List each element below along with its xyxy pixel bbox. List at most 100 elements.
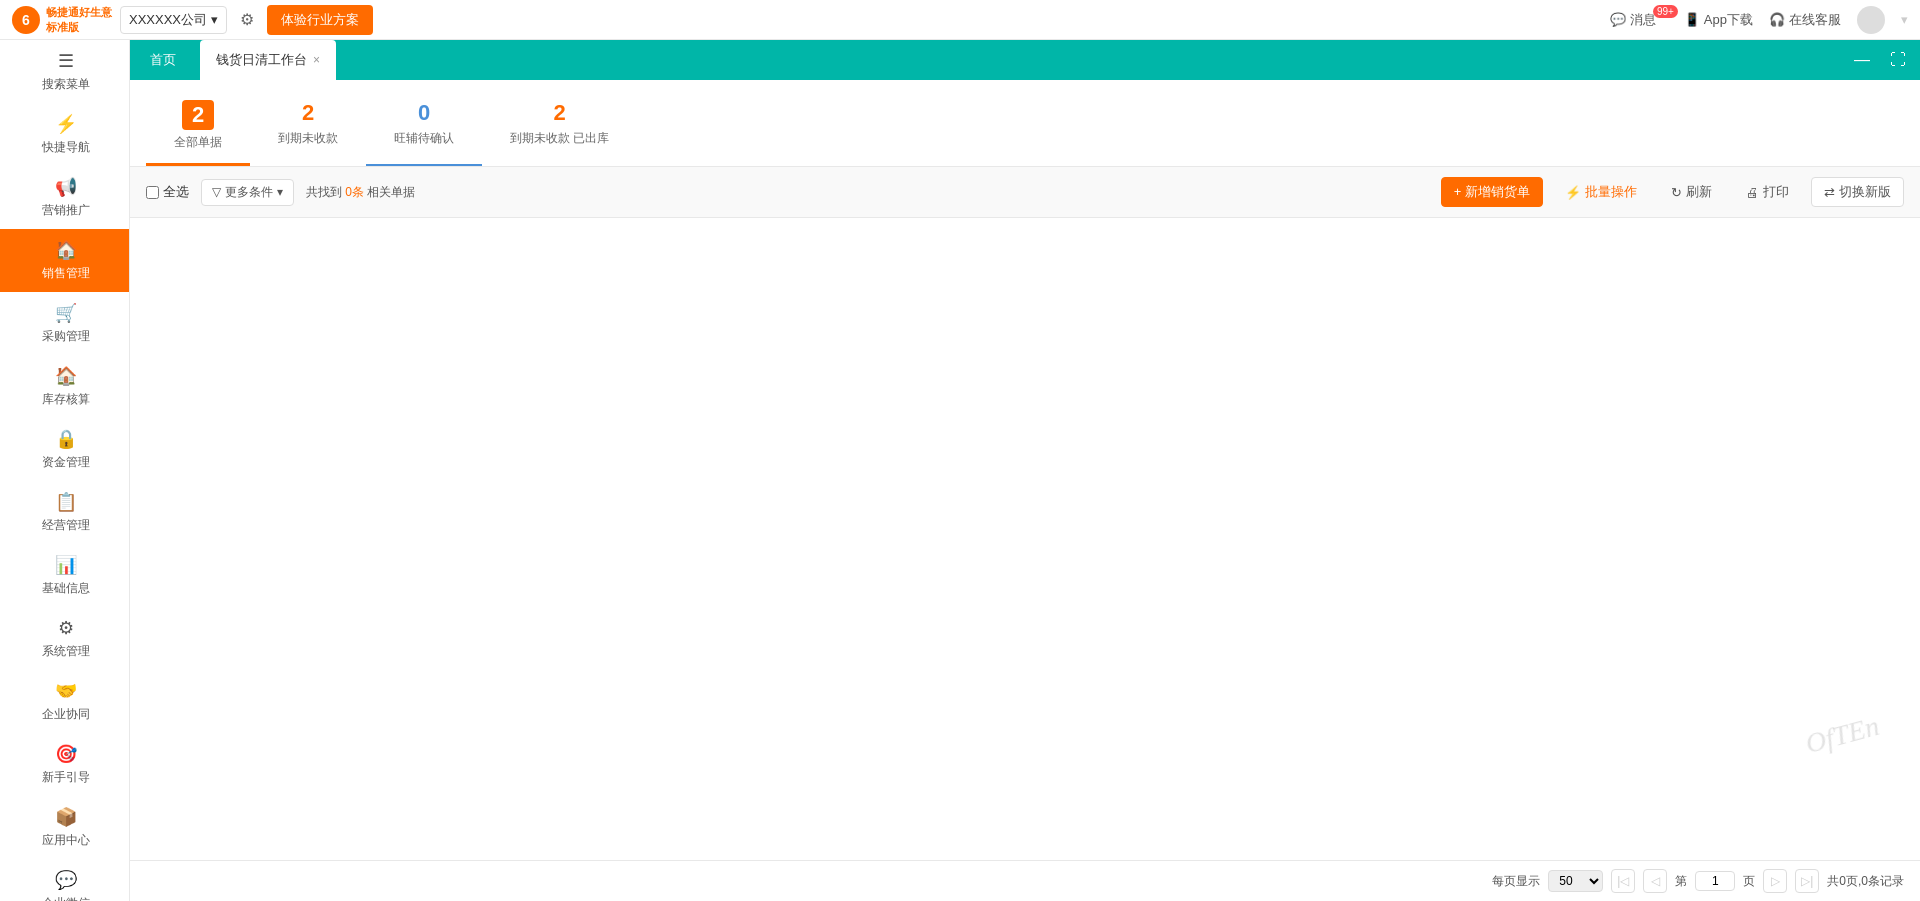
message-badge: 99+ bbox=[1653, 5, 1678, 18]
quick-nav-icon: ⚡ bbox=[55, 113, 77, 135]
tab-home[interactable]: 首页 bbox=[130, 40, 196, 80]
tab-minimize-btn[interactable]: — bbox=[1848, 46, 1876, 74]
trial-button[interactable]: 体验行业方案 bbox=[267, 5, 373, 35]
wechat-icon: 💬 bbox=[55, 869, 77, 891]
operation-icon: 📋 bbox=[55, 491, 77, 513]
stat-tab-overdue[interactable]: 2 到期未收款 bbox=[250, 92, 366, 166]
toolbar: 全选 ▽ 更多条件 ▾ 共找到 0条 相关单据 + 新增销货单 ⚡ 批量操作 ↻ bbox=[130, 167, 1920, 218]
purchase-icon: 🛒 bbox=[55, 302, 77, 324]
main-content: 首页 钱货日清工作台 × — ⛶ 2 全部单据 2 到期未收款 0 旺辅待确认 bbox=[130, 40, 1920, 901]
print-label: 打印 bbox=[1763, 183, 1789, 201]
settings-icon[interactable]: ⚙ bbox=[235, 8, 259, 32]
sidebar-item-app-center[interactable]: 📦 应用中心 bbox=[0, 796, 129, 859]
page-first-btn[interactable]: |◁ bbox=[1611, 869, 1635, 893]
sidebar-item-basic-info[interactable]: 📊 基础信息 bbox=[0, 544, 129, 607]
table-area bbox=[130, 218, 1920, 860]
app-center-icon: 📦 bbox=[55, 806, 77, 828]
basic-info-icon: 📊 bbox=[55, 554, 77, 576]
sidebar-label-quick-nav: 快捷导航 bbox=[42, 139, 90, 156]
finance-icon: 🔒 bbox=[55, 428, 77, 450]
add-sales-order-btn[interactable]: + 新增销货单 bbox=[1441, 177, 1543, 207]
online-service-item[interactable]: 🎧 在线客服 bbox=[1769, 11, 1841, 29]
logo-text: 畅捷通好生意 标准版 bbox=[46, 5, 112, 34]
filter-icon: ▽ bbox=[212, 185, 221, 199]
batch-label: 批量操作 bbox=[1585, 183, 1637, 201]
stat-tab-wangwang[interactable]: 0 旺辅待确认 bbox=[366, 92, 482, 166]
marketing-icon: 📢 bbox=[55, 176, 77, 198]
batch-operation-btn[interactable]: ⚡ 批量操作 bbox=[1553, 178, 1649, 206]
tab-close-btn[interactable]: × bbox=[313, 53, 320, 67]
logo-icon: 6 bbox=[12, 6, 40, 34]
app-download-label: App下载 bbox=[1704, 11, 1753, 29]
stat-tab-all[interactable]: 2 全部单据 bbox=[146, 92, 250, 166]
refresh-btn[interactable]: ↻ 刷新 bbox=[1659, 178, 1724, 206]
sidebar-item-operation[interactable]: 📋 经营管理 bbox=[0, 481, 129, 544]
refresh-icon: ↻ bbox=[1671, 185, 1682, 200]
sidebar-item-guide[interactable]: 🎯 新手引导 bbox=[0, 733, 129, 796]
sidebar-label-wechat: 企业微信 bbox=[42, 895, 90, 901]
sidebar-item-inventory[interactable]: 🏠 库存核算 bbox=[0, 355, 129, 418]
select-all-checkbox[interactable]: 全选 bbox=[146, 183, 189, 201]
message-item[interactable]: 💬 消息 99+ bbox=[1610, 11, 1668, 29]
sidebar-item-enterprise[interactable]: 🤝 企业协同 bbox=[0, 670, 129, 733]
sidebar-item-sales[interactable]: 🏠 销售管理 bbox=[0, 229, 129, 292]
sidebar-item-wechat[interactable]: 💬 企业微信 bbox=[0, 859, 129, 901]
inventory-icon: 🏠 bbox=[55, 365, 77, 387]
sidebar-item-quick-nav[interactable]: ⚡ 快捷导航 bbox=[0, 103, 129, 166]
layout: ☰ 搜索菜单 ⚡ 快捷导航 📢 营销推广 🏠 销售管理 🛒 采购管理 🏠 库存核… bbox=[0, 40, 1920, 901]
switch-version-btn[interactable]: ⇄ 切换新版 bbox=[1811, 177, 1904, 207]
page-last-btn[interactable]: ▷| bbox=[1795, 869, 1819, 893]
sidebar-label-finance: 资金管理 bbox=[42, 454, 90, 471]
per-page-select[interactable]: 50 10 20 100 bbox=[1548, 870, 1603, 892]
sidebar-item-system[interactable]: ⚙ 系统管理 bbox=[0, 607, 129, 670]
stat-number-overdue-shipped: 2 bbox=[554, 100, 566, 126]
sidebar-label-app-center: 应用中心 bbox=[42, 832, 90, 849]
stat-label-overdue: 到期未收款 bbox=[278, 130, 338, 147]
sidebar-item-finance[interactable]: 🔒 资金管理 bbox=[0, 418, 129, 481]
toolbar-right: + 新增销货单 ⚡ 批量操作 ↻ 刷新 🖨 打印 ⇄ 切换新版 bbox=[1441, 177, 1904, 207]
stat-label-wangwang: 旺辅待确认 bbox=[394, 130, 454, 147]
tab-bar-actions: — ⛶ bbox=[1848, 46, 1920, 74]
print-btn[interactable]: 🖨 打印 bbox=[1734, 178, 1801, 206]
phone-icon: 📱 bbox=[1684, 12, 1700, 27]
tab-maximize-btn[interactable]: ⛶ bbox=[1884, 46, 1912, 74]
stat-number-wangwang: 0 bbox=[418, 100, 430, 126]
sidebar-label-system: 系统管理 bbox=[42, 643, 90, 660]
top-bar-left: 6 畅捷通好生意 标准版 XXXXXX公司 ▾ ⚙ 体验行业方案 bbox=[12, 5, 373, 35]
avatar[interactable] bbox=[1857, 6, 1885, 34]
found-text: 共找到 0条 相关单据 bbox=[306, 184, 415, 201]
found-count: 0条 bbox=[345, 185, 364, 199]
company-name: XXXXXX公司 bbox=[129, 11, 207, 29]
sidebar-label-marketing: 营销推广 bbox=[42, 202, 90, 219]
page-input[interactable] bbox=[1695, 871, 1735, 891]
sidebar-item-search-menu[interactable]: ☰ 搜索菜单 bbox=[0, 40, 129, 103]
top-bar-right: 💬 消息 99+ 📱 App下载 🎧 在线客服 ▾ bbox=[1610, 6, 1908, 34]
sidebar-item-purchase[interactable]: 🛒 采购管理 bbox=[0, 292, 129, 355]
select-all-label: 全选 bbox=[163, 183, 189, 201]
username-area[interactable]: ▾ bbox=[1901, 12, 1908, 27]
stat-tab-overdue-shipped[interactable]: 2 到期未收款 已出库 bbox=[482, 92, 637, 166]
pagination: 每页显示 50 10 20 100 |◁ ◁ 第 页 ▷ ▷| 共0页,0条记录 bbox=[130, 860, 1920, 901]
guide-icon: 🎯 bbox=[55, 743, 77, 765]
page-label: 第 bbox=[1675, 873, 1687, 890]
filter-button[interactable]: ▽ 更多条件 ▾ bbox=[201, 179, 294, 206]
app-download-item[interactable]: 📱 App下载 bbox=[1684, 11, 1753, 29]
page-prev-btn[interactable]: ◁ bbox=[1643, 869, 1667, 893]
switch-label: 切换新版 bbox=[1839, 183, 1891, 201]
sidebar-label-inventory: 库存核算 bbox=[42, 391, 90, 408]
refresh-label: 刷新 bbox=[1686, 183, 1712, 201]
total-label: 共0页,0条记录 bbox=[1827, 873, 1904, 890]
sidebar-label-search-menu: 搜索菜单 bbox=[42, 76, 90, 93]
per-page-label: 每页显示 bbox=[1492, 873, 1540, 890]
enterprise-icon: 🤝 bbox=[55, 680, 77, 702]
dropdown-icon: ▾ bbox=[211, 12, 218, 27]
service-icon: 🎧 bbox=[1769, 12, 1785, 27]
sidebar-label-basic-info: 基础信息 bbox=[42, 580, 90, 597]
sidebar-item-marketing[interactable]: 📢 营销推广 bbox=[0, 166, 129, 229]
tab-active-label: 钱货日清工作台 bbox=[216, 51, 307, 69]
page-next-btn[interactable]: ▷ bbox=[1763, 869, 1787, 893]
filter-down-icon: ▾ bbox=[277, 185, 283, 199]
select-all-input[interactable] bbox=[146, 186, 159, 199]
tab-active[interactable]: 钱货日清工作台 × bbox=[200, 40, 336, 80]
company-selector[interactable]: XXXXXX公司 ▾ bbox=[120, 6, 227, 34]
